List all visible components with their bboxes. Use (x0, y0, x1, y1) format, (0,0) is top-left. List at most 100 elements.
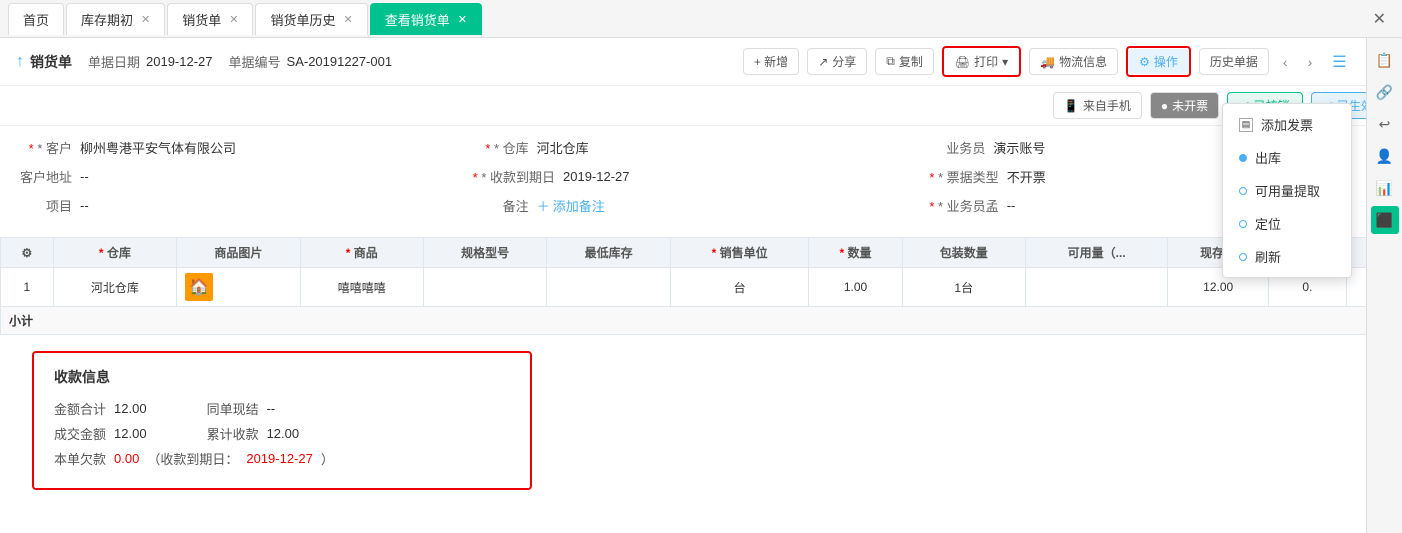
locate-label: 定位 (1255, 214, 1281, 233)
sidebar-icon-chart[interactable]: 📊 (1371, 174, 1399, 202)
tab-view-sales[interactable]: 查看销货单 ✕ (370, 3, 482, 35)
payment-section: 收款信息 金额合计 12.00 同单现结 -- 成交金额 12.00 累计收款 (0, 335, 1402, 506)
warehouse-field: * 仓库 河北仓库 (473, 138, 930, 157)
sidebar-icon-expand[interactable]: ⬛ (1371, 206, 1399, 234)
th-sales-unit: 销售单位 (670, 238, 809, 268)
operate-highlight-box: ⚙ 操作 (1126, 46, 1191, 77)
list-view-icon[interactable]: ☰ (1326, 48, 1352, 76)
share-label: 分享 (832, 53, 856, 70)
tab-sales-history[interactable]: 销货单历史 ✕ (255, 3, 367, 35)
th-product: 商品 (300, 238, 423, 268)
address-value[interactable]: -- (80, 169, 89, 184)
form-row-2: 客户地址 -- * 收款到期日 2019-12-27 * 票据类型 不开票 (16, 167, 1386, 186)
tab-sales-close[interactable]: ✕ (229, 13, 238, 26)
logistics-button[interactable]: 🚚 物流信息 (1029, 48, 1118, 75)
arrears-item: 本单欠款 0.00 （收款到期日： 2019-12-27 ） (54, 449, 334, 468)
operate-icon: ⚙ (1139, 55, 1150, 69)
refresh-label: 刷新 (1255, 247, 1281, 266)
th-gear[interactable]: ⚙ (1, 238, 54, 268)
sidebar-icon-doc[interactable]: 📋 (1371, 46, 1399, 74)
print-highlight-box: 🖨 打印 ▾ (942, 46, 1021, 77)
doc-date-label: 单据日期 (88, 52, 140, 71)
copy-label: 复制 (899, 53, 923, 70)
same-order-value: -- (267, 401, 276, 416)
new-button[interactable]: + 新增 (743, 48, 799, 75)
subtotal-row: 小计 (1, 307, 1402, 335)
customer-value[interactable]: 柳州粤港平安气体有限公司 (80, 138, 236, 157)
tab-home[interactable]: 首页 (8, 3, 64, 35)
ticket-type-value[interactable]: 不开票 (1007, 167, 1046, 186)
cumulative-value: 12.00 (267, 426, 300, 441)
sidebar-icon-link[interactable]: 🔗 (1371, 78, 1399, 106)
tab-sales-label: 销货单 (182, 10, 221, 29)
from-phone-label: 来自手机 (1083, 97, 1131, 114)
menu-item-locate[interactable]: 定位 (1223, 207, 1351, 240)
locate-circle-icon (1239, 220, 1247, 228)
tab-history-close[interactable]: ✕ (344, 13, 353, 26)
add-note-button[interactable]: ＋ 添加备注 (537, 196, 605, 215)
address-label: 客户地址 (16, 167, 72, 186)
print-icon: 🖨 (955, 55, 970, 69)
project-value[interactable]: -- (80, 198, 89, 213)
from-phone-button[interactable]: 📱 来自手机 (1053, 92, 1142, 119)
cumulative-item: 累计收款 12.00 (207, 424, 300, 443)
arrears-note-end: ） (321, 449, 334, 468)
transaction-value: 12.00 (114, 426, 147, 441)
logistics-icon: 🚚 (1040, 55, 1055, 69)
history-button[interactable]: 历史单据 (1199, 48, 1269, 75)
sidebar-icon-user[interactable]: 👤 (1371, 142, 1399, 170)
arrears-date: 2019-12-27 (246, 451, 313, 466)
payment-info-box: 收款信息 金额合计 12.00 同单现结 -- 成交金额 12.00 累计收款 (32, 351, 532, 490)
doc-number-item: 单据编号 SA-20191227-001 (229, 52, 393, 71)
product-img-icon: 🏠 (189, 277, 209, 297)
payment-row-2: 成交金额 12.00 累计收款 12.00 (54, 424, 510, 443)
form-area: * 客户 柳州粤港平安气体有限公司 * 仓库 河北仓库 业务员 演示账号 客户地… (0, 126, 1402, 237)
note-field: 备注 ＋ 添加备注 (473, 196, 930, 215)
same-order-label: 同单现结 (207, 399, 259, 418)
form-row-1: * 客户 柳州粤港平安气体有限公司 * 仓库 河北仓库 业务员 演示账号 (16, 138, 1386, 157)
new-label: + 新增 (754, 53, 788, 70)
copy-button[interactable]: ⧉ 复制 (875, 48, 934, 75)
total-amount-label: 金额合计 (54, 399, 106, 418)
operate-button[interactable]: ⚙ 操作 (1129, 49, 1188, 74)
row-spec (423, 268, 546, 307)
tab-inventory-close[interactable]: ✕ (141, 13, 150, 26)
note-label: 备注 (473, 196, 529, 215)
next-arrow[interactable]: › (1302, 50, 1319, 74)
row-min-stock (547, 268, 670, 307)
share-button[interactable]: ↗ 分享 (807, 48, 867, 75)
doc-number-label: 单据编号 (229, 52, 281, 71)
plus-icon: ＋ (537, 196, 550, 215)
salesperson-value[interactable]: 演示账号 (993, 138, 1045, 157)
warehouse-value[interactable]: 河北仓库 (537, 138, 589, 157)
tab-sales-order[interactable]: 销货单 ✕ (167, 3, 253, 35)
action-bar: 📱 来自手机 ● 未开票 ✔ 已核销 ✔ 已生效 (0, 86, 1402, 126)
prev-arrow[interactable]: ‹ (1277, 50, 1294, 74)
sidebar-icon-return[interactable]: ↩ (1371, 110, 1399, 138)
payment-info-title: 收款信息 (54, 367, 510, 387)
form-row-3: 项目 -- 备注 ＋ 添加备注 * 业务员孟 -- (16, 196, 1386, 215)
window-close-button[interactable]: ✕ (1365, 5, 1394, 33)
menu-item-refresh[interactable]: 刷新 (1223, 240, 1351, 273)
refresh-circle-icon (1239, 253, 1247, 261)
tab-view-close[interactable]: ✕ (458, 13, 467, 26)
note-placeholder: 添加备注 (553, 196, 605, 215)
th-warehouse: 仓库 (53, 238, 176, 268)
print-button[interactable]: 🖨 打印 ▾ (945, 49, 1018, 74)
due-date-label: * 收款到期日 (473, 167, 555, 186)
main-content: ↑ 销货单 单据日期 2019-12-27 单据编号 SA-20191227-0… (0, 38, 1402, 533)
menu-item-available[interactable]: 可用量提取 (1223, 174, 1351, 207)
arrears-value: 0.00 (114, 451, 139, 466)
toolbar: + 新增 ↗ 分享 ⧉ 复制 🖨 打印 ▾ 🚚 物流信息 (743, 46, 1386, 77)
not-open-button[interactable]: ● 未开票 (1150, 92, 1219, 119)
menu-item-add-invoice[interactable]: ▤ 添加发票 (1223, 108, 1351, 141)
due-date-value[interactable]: 2019-12-27 (563, 169, 630, 184)
menu-item-checkout[interactable]: 出库 (1223, 141, 1351, 174)
sales-rep-value[interactable]: -- (1007, 198, 1016, 213)
logistics-label: 物流信息 (1059, 53, 1107, 70)
same-order-item: 同单现结 -- (207, 399, 276, 418)
tab-inventory-init[interactable]: 库存期初 ✕ (66, 3, 165, 35)
th-product-img: 商品图片 (177, 238, 300, 268)
available-circle-icon (1239, 187, 1247, 195)
data-table-container: ⚙ 仓库 商品图片 商品 规格型号 最低库存 销售单位 数量 包装数量 可用量（… (0, 237, 1402, 335)
